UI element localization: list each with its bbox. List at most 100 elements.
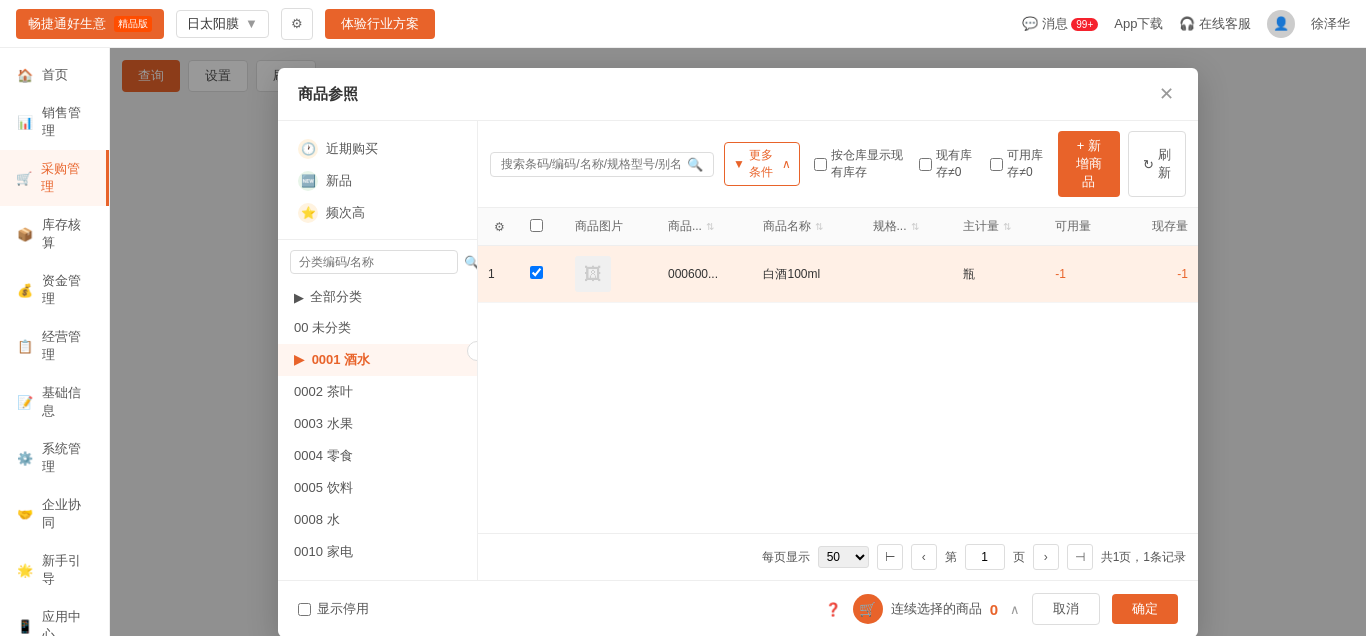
app-download-link[interactable]: App下载 bbox=[1114, 15, 1163, 33]
cell-checkbox[interactable] bbox=[520, 246, 565, 303]
per-page-select[interactable]: 50 100 200 bbox=[818, 546, 869, 568]
product-search-icon[interactable]: 🔍 bbox=[687, 157, 703, 172]
sidebar-item-sales[interactable]: 📊 销售管理 bbox=[0, 94, 109, 150]
table-row[interactable]: 1 🖼 000600... 白酒100ml 瓶 bbox=[478, 246, 1198, 303]
th-available[interactable]: 可用量 bbox=[1045, 208, 1121, 246]
th-name[interactable]: 商品名称⇅ bbox=[753, 208, 862, 246]
checkbox-nonzero-stock-input[interactable] bbox=[919, 158, 932, 171]
home-icon: 🏠 bbox=[16, 66, 34, 84]
show-disabled-checkbox[interactable] bbox=[298, 603, 311, 616]
sidebar-item-home[interactable]: 🏠 首页 bbox=[0, 56, 109, 94]
pagination: 每页显示 50 100 200 ⊢ ‹ 第 页 › bbox=[478, 533, 1198, 580]
sidebar-item-cooperation[interactable]: 🤝 企业协同 bbox=[0, 486, 109, 542]
cell-available: -1 bbox=[1045, 246, 1121, 303]
dialog-close-button[interactable]: ✕ bbox=[1154, 82, 1178, 106]
confirm-button[interactable]: 确定 bbox=[1112, 594, 1178, 624]
quick-link-recent[interactable]: 🕐 近期购买 bbox=[290, 133, 465, 165]
category-water-label: 0008 水 bbox=[294, 512, 340, 527]
quick-link-frequent[interactable]: ⭐ 频次高 bbox=[290, 197, 465, 229]
help-icon[interactable]: ❓ bbox=[825, 602, 841, 617]
th-code[interactable]: 商品...⇅ bbox=[658, 208, 754, 246]
product-search-input[interactable] bbox=[501, 157, 681, 171]
page-prev-button[interactable]: ‹ bbox=[911, 544, 937, 570]
sidebar-item-system[interactable]: ⚙️ 系统管理 bbox=[0, 430, 109, 486]
th-checkbox[interactable] bbox=[520, 208, 565, 246]
basic-info-icon: 📝 bbox=[16, 393, 34, 411]
checkbox-by-warehouse-input[interactable] bbox=[814, 158, 827, 171]
sort-code-icon: ⇅ bbox=[706, 221, 714, 232]
category-fruit-label: 0003 水果 bbox=[294, 416, 353, 431]
purchase-icon: 🛒 bbox=[16, 169, 33, 187]
checkbox-nonzero-stock[interactable]: 现有库存≠0 bbox=[919, 147, 976, 181]
apps-icon: 📱 bbox=[16, 617, 34, 635]
sidebar-item-guide[interactable]: 🌟 新手引导 bbox=[0, 542, 109, 598]
quick-links-section: 🕐 近期购买 🆕 新品 ⭐ 频次高 bbox=[278, 133, 477, 240]
page-label: 第 bbox=[945, 549, 957, 566]
sidebar-item-inventory[interactable]: 📦 库存核算 bbox=[0, 206, 109, 262]
cell-stock: -1 bbox=[1122, 246, 1198, 303]
category-search-input[interactable] bbox=[290, 250, 458, 274]
page-first-button[interactable]: ⊢ bbox=[877, 544, 903, 570]
dialog-footer: 显示停用 ❓ 🛒 连续选择的商品 0 ∧ 取消 确定 bbox=[278, 580, 1198, 636]
row-checkbox[interactable] bbox=[530, 266, 543, 279]
th-stock[interactable]: 现存量 bbox=[1122, 208, 1198, 246]
page-last-button[interactable]: ⊣ bbox=[1067, 544, 1093, 570]
sidebar-item-finance[interactable]: 💰 资金管理 bbox=[0, 262, 109, 318]
checkbox-by-warehouse[interactable]: 按仓库显示现有库存 bbox=[814, 147, 905, 181]
sidebar-item-purchase[interactable]: 🛒 采购管理 bbox=[0, 150, 109, 206]
category-all[interactable]: ▶ 全部分类 bbox=[278, 282, 477, 312]
category-fruit[interactable]: 0003 水果 bbox=[278, 408, 477, 440]
checkbox-nonzero-stock-label: 现有库存≠0 bbox=[936, 147, 976, 181]
sidebar-label-basic-info: 基础信息 bbox=[42, 384, 93, 420]
sidebar-item-management[interactable]: 📋 经营管理 bbox=[0, 318, 109, 374]
dialog-overlay: 商品参照 ✕ 《 🕐 近期购买 bbox=[110, 48, 1366, 636]
store-selector[interactable]: 日太阳膜 ▼ bbox=[176, 10, 269, 38]
cell-no: 1 bbox=[478, 246, 520, 303]
category-unclassified[interactable]: 00 未分类 bbox=[278, 312, 477, 344]
th-spec[interactable]: 规格...⇅ bbox=[863, 208, 953, 246]
try-industry-button[interactable]: 体验行业方案 bbox=[325, 9, 435, 39]
category-appliance-label: 0010 家电 bbox=[294, 544, 353, 559]
show-disabled-checkbox-label[interactable]: 显示停用 bbox=[298, 600, 369, 618]
category-active-arrow: ▶ bbox=[294, 352, 304, 367]
refresh-icon: ↻ bbox=[1143, 157, 1154, 172]
dialog-left-panel: 《 🕐 近期购买 🆕 新品 ⭐ bbox=[278, 121, 478, 580]
table-header-row: ⚙ 商品图片 商品...⇅ 商品名称⇅ 规格...⇅ 主计量⇅ 可用量 现存量 bbox=[478, 208, 1198, 246]
th-settings[interactable]: ⚙ bbox=[478, 208, 520, 246]
category-appliance[interactable]: 0010 家电 bbox=[278, 536, 477, 568]
refresh-button[interactable]: ↻ 刷新 bbox=[1128, 131, 1186, 197]
store-name: 日太阳膜 bbox=[187, 15, 239, 33]
category-search-icon[interactable]: 🔍 bbox=[464, 255, 478, 270]
sidebar-label-cooperation: 企业协同 bbox=[42, 496, 93, 532]
select-all-checkbox[interactable] bbox=[530, 219, 543, 232]
sidebar-item-basic-info[interactable]: 📝 基础信息 bbox=[0, 374, 109, 430]
category-water[interactable]: 0008 水 bbox=[278, 504, 477, 536]
cart-collapse-icon[interactable]: ∧ bbox=[1010, 602, 1020, 617]
category-snack[interactable]: 0004 零食 bbox=[278, 440, 477, 472]
category-beverage[interactable]: 0005 饮料 bbox=[278, 472, 477, 504]
sidebar-item-apps[interactable]: 📱 应用中心 bbox=[0, 598, 109, 636]
page-next-button[interactable]: › bbox=[1033, 544, 1059, 570]
settings-button[interactable]: ⚙ bbox=[281, 8, 313, 40]
category-tea[interactable]: 0002 茶叶 bbox=[278, 376, 477, 408]
checkbox-nonzero-available[interactable]: 可用库存≠0 bbox=[990, 147, 1047, 181]
more-filter-button[interactable]: ▼ 更多条件 ∧ bbox=[724, 142, 800, 186]
category-liquor[interactable]: ▶ 0001 酒水 bbox=[278, 344, 477, 376]
sort-spec-icon: ⇅ bbox=[911, 221, 919, 232]
quick-link-new[interactable]: 🆕 新品 bbox=[290, 165, 465, 197]
online-service-link[interactable]: 🎧 在线客服 bbox=[1179, 15, 1251, 33]
th-unit-label: 主计量 bbox=[963, 218, 999, 235]
topbar-right: 💬 消息 99+ App下载 🎧 在线客服 👤 徐泽华 bbox=[1022, 10, 1350, 38]
cell-name: 白酒100ml bbox=[753, 246, 862, 303]
cell-image: 🖼 bbox=[565, 246, 658, 303]
page-number-input[interactable] bbox=[965, 544, 1005, 570]
sidebar-label-management: 经营管理 bbox=[42, 328, 93, 364]
cancel-button[interactable]: 取消 bbox=[1032, 593, 1100, 625]
sort-name-icon: ⇅ bbox=[815, 221, 823, 232]
sidebar-label-inventory: 库存核算 bbox=[42, 216, 93, 252]
cart-button[interactable]: 🛒 连续选择的商品 0 bbox=[853, 594, 998, 624]
th-unit[interactable]: 主计量⇅ bbox=[953, 208, 1046, 246]
add-product-button[interactable]: + 新增商品 bbox=[1058, 131, 1120, 197]
checkbox-nonzero-available-input[interactable] bbox=[990, 158, 1003, 171]
message-icon[interactable]: 💬 消息 99+ bbox=[1022, 15, 1098, 33]
